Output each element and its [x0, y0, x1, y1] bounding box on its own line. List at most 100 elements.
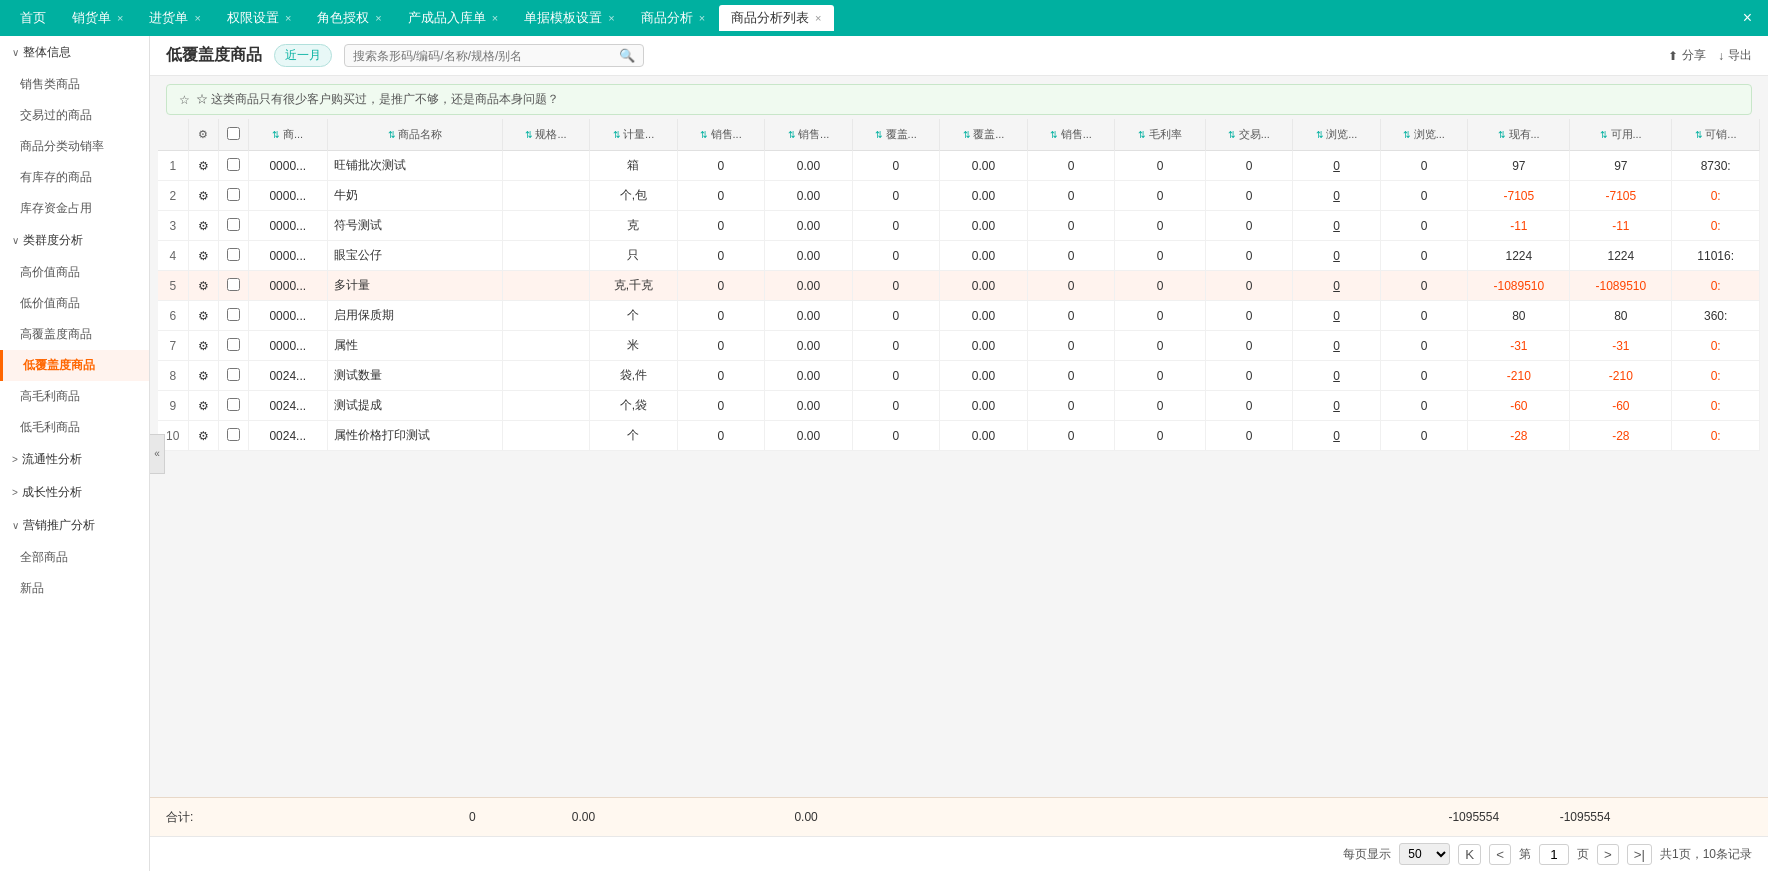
last-page-button[interactable]: >| — [1627, 844, 1652, 865]
close-icon[interactable]: × — [492, 12, 498, 24]
row-sellable: 0: — [1672, 181, 1760, 211]
sidebar-item-category-rate[interactable]: 商品分类动销率 — [0, 131, 149, 162]
current-column-header[interactable]: 现有... — [1468, 119, 1570, 151]
row-checkbox[interactable] — [218, 331, 248, 361]
row-browse1[interactable]: 0 — [1293, 181, 1381, 211]
row-cover1: 0 — [852, 361, 940, 391]
sidebar-group-marketing[interactable]: ∨ 营销推广分析 — [0, 509, 149, 542]
current-page-input[interactable] — [1539, 844, 1569, 865]
nav-template-settings[interactable]: 单据模板设置 × — [512, 5, 626, 31]
row-settings[interactable]: ⚙ — [188, 301, 218, 331]
name-column-header[interactable]: 商品名称 — [328, 119, 502, 151]
nav-home[interactable]: 首页 — [8, 5, 58, 31]
spec-column-header[interactable]: 规格... — [502, 119, 590, 151]
row-browse1[interactable]: 0 — [1293, 361, 1381, 391]
sidebar-group-overall[interactable]: ∨ 整体信息 — [0, 36, 149, 69]
sidebar-item-high-coverage[interactable]: 高覆盖度商品 — [0, 319, 149, 350]
nav-role-auth[interactable]: 角色授权 × — [305, 5, 393, 31]
row-browse1[interactable]: 0 — [1293, 151, 1381, 181]
row-settings[interactable]: ⚙ — [188, 241, 218, 271]
sidebar-item-high-value[interactable]: 高价值商品 — [0, 257, 149, 288]
sidebar-collapse-button[interactable]: « — [150, 434, 165, 474]
table-container[interactable]: ⚙ 商... 商品名称 规格... 计量... 销售... 销售... 覆盖..… — [158, 119, 1760, 797]
browse2-column-header[interactable]: 浏览... — [1380, 119, 1468, 151]
nav-product-entry[interactable]: 产成品入库单 × — [396, 5, 510, 31]
trade-column-header[interactable]: 交易... — [1205, 119, 1293, 151]
filter-period-button[interactable]: 近一月 — [274, 44, 332, 67]
row-browse1[interactable]: 0 — [1293, 391, 1381, 421]
row-browse1[interactable]: 0 — [1293, 421, 1381, 451]
prev-page-button[interactable]: < — [1489, 844, 1511, 865]
close-icon[interactable]: × — [375, 12, 381, 24]
checkbox-column-header[interactable] — [218, 119, 248, 151]
sidebar-item-new-goods[interactable]: 新品 — [0, 573, 149, 604]
row-checkbox[interactable] — [218, 181, 248, 211]
close-icon[interactable]: × — [194, 12, 200, 24]
available-column-header[interactable]: 可用... — [1570, 119, 1672, 151]
sidebar-item-low-coverage[interactable]: 低覆盖度商品 — [0, 350, 149, 381]
row-browse1[interactable]: 0 — [1293, 241, 1381, 271]
close-all-button[interactable]: × — [1735, 5, 1760, 31]
row-browse1[interactable]: 0 — [1293, 271, 1381, 301]
close-icon[interactable]: × — [608, 12, 614, 24]
nav-sales[interactable]: 销货单 × — [60, 5, 135, 31]
close-icon[interactable]: × — [285, 12, 291, 24]
nav-purchase[interactable]: 进货单 × — [137, 5, 212, 31]
close-icon[interactable]: × — [117, 12, 123, 24]
sidebar-item-sales-goods[interactable]: 销售类商品 — [0, 69, 149, 100]
row-browse1[interactable]: 0 — [1293, 331, 1381, 361]
browse1-column-header[interactable]: 浏览... — [1293, 119, 1381, 151]
cover1-column-header[interactable]: 覆盖... — [852, 119, 940, 151]
row-checkbox[interactable] — [218, 211, 248, 241]
row-checkbox[interactable] — [218, 271, 248, 301]
sidebar-group-cluster[interactable]: ∨ 类群度分析 — [0, 224, 149, 257]
row-settings[interactable]: ⚙ — [188, 391, 218, 421]
sidebar-item-stocked-goods[interactable]: 有库存的商品 — [0, 162, 149, 193]
cover2-column-header[interactable]: 覆盖... — [940, 119, 1028, 151]
nav-auth-settings[interactable]: 权限设置 × — [215, 5, 303, 31]
search-input[interactable] — [353, 49, 619, 63]
row-checkbox[interactable] — [218, 301, 248, 331]
share-button[interactable]: ⬆ 分享 — [1668, 47, 1706, 64]
row-checkbox[interactable] — [218, 421, 248, 451]
per-page-select[interactable]: 50 100 200 — [1399, 843, 1450, 865]
close-icon[interactable]: × — [815, 12, 821, 24]
row-settings[interactable]: ⚙ — [188, 361, 218, 391]
row-settings[interactable]: ⚙ — [188, 271, 218, 301]
sale-amt-column-header[interactable]: 销售... — [765, 119, 853, 151]
export-button[interactable]: ↓ 导出 — [1718, 47, 1752, 64]
row-checkbox[interactable] — [218, 241, 248, 271]
row-settings[interactable]: ⚙ — [188, 181, 218, 211]
row-settings[interactable]: ⚙ — [188, 151, 218, 181]
row-checkbox[interactable] — [218, 391, 248, 421]
sale3-column-header[interactable]: 销售... — [1027, 119, 1115, 151]
nav-product-analysis-list[interactable]: 商品分析列表 × — [719, 5, 833, 31]
unit-column-header[interactable]: 计量... — [590, 119, 678, 151]
search-icon[interactable]: 🔍 — [619, 48, 635, 63]
select-all-checkbox[interactable] — [227, 127, 240, 140]
row-browse1[interactable]: 0 — [1293, 211, 1381, 241]
close-icon[interactable]: × — [699, 12, 705, 24]
sidebar-item-traded-goods[interactable]: 交易过的商品 — [0, 100, 149, 131]
row-checkbox[interactable] — [218, 361, 248, 391]
row-settings[interactable]: ⚙ — [188, 421, 218, 451]
row-checkbox[interactable] — [218, 151, 248, 181]
sidebar-group-circulation[interactable]: > 流通性分析 — [0, 443, 149, 476]
row-settings[interactable]: ⚙ — [188, 211, 218, 241]
sellable-column-header[interactable]: 可销... — [1672, 119, 1760, 151]
code-column-header[interactable]: 商... — [248, 119, 328, 151]
next-page-button[interactable]: > — [1597, 844, 1619, 865]
nav-product-analysis[interactable]: 商品分析 × — [629, 5, 717, 31]
first-page-button[interactable]: K — [1458, 844, 1481, 865]
row-browse1[interactable]: 0 — [1293, 301, 1381, 331]
row-settings[interactable]: ⚙ — [188, 331, 218, 361]
sidebar-item-capital[interactable]: 库存资金占用 — [0, 193, 149, 224]
sidebar-item-low-value[interactable]: 低价值商品 — [0, 288, 149, 319]
sidebar-item-low-margin[interactable]: 低毛利商品 — [0, 412, 149, 443]
sidebar-item-all-goods[interactable]: 全部商品 — [0, 542, 149, 573]
sidebar-item-high-margin[interactable]: 高毛利商品 — [0, 381, 149, 412]
settings-column-header[interactable]: ⚙ — [188, 119, 218, 151]
margin-column-header[interactable]: 毛利率 — [1115, 119, 1205, 151]
sidebar-group-growth[interactable]: > 成长性分析 — [0, 476, 149, 509]
sale-qty-column-header[interactable]: 销售... — [677, 119, 765, 151]
